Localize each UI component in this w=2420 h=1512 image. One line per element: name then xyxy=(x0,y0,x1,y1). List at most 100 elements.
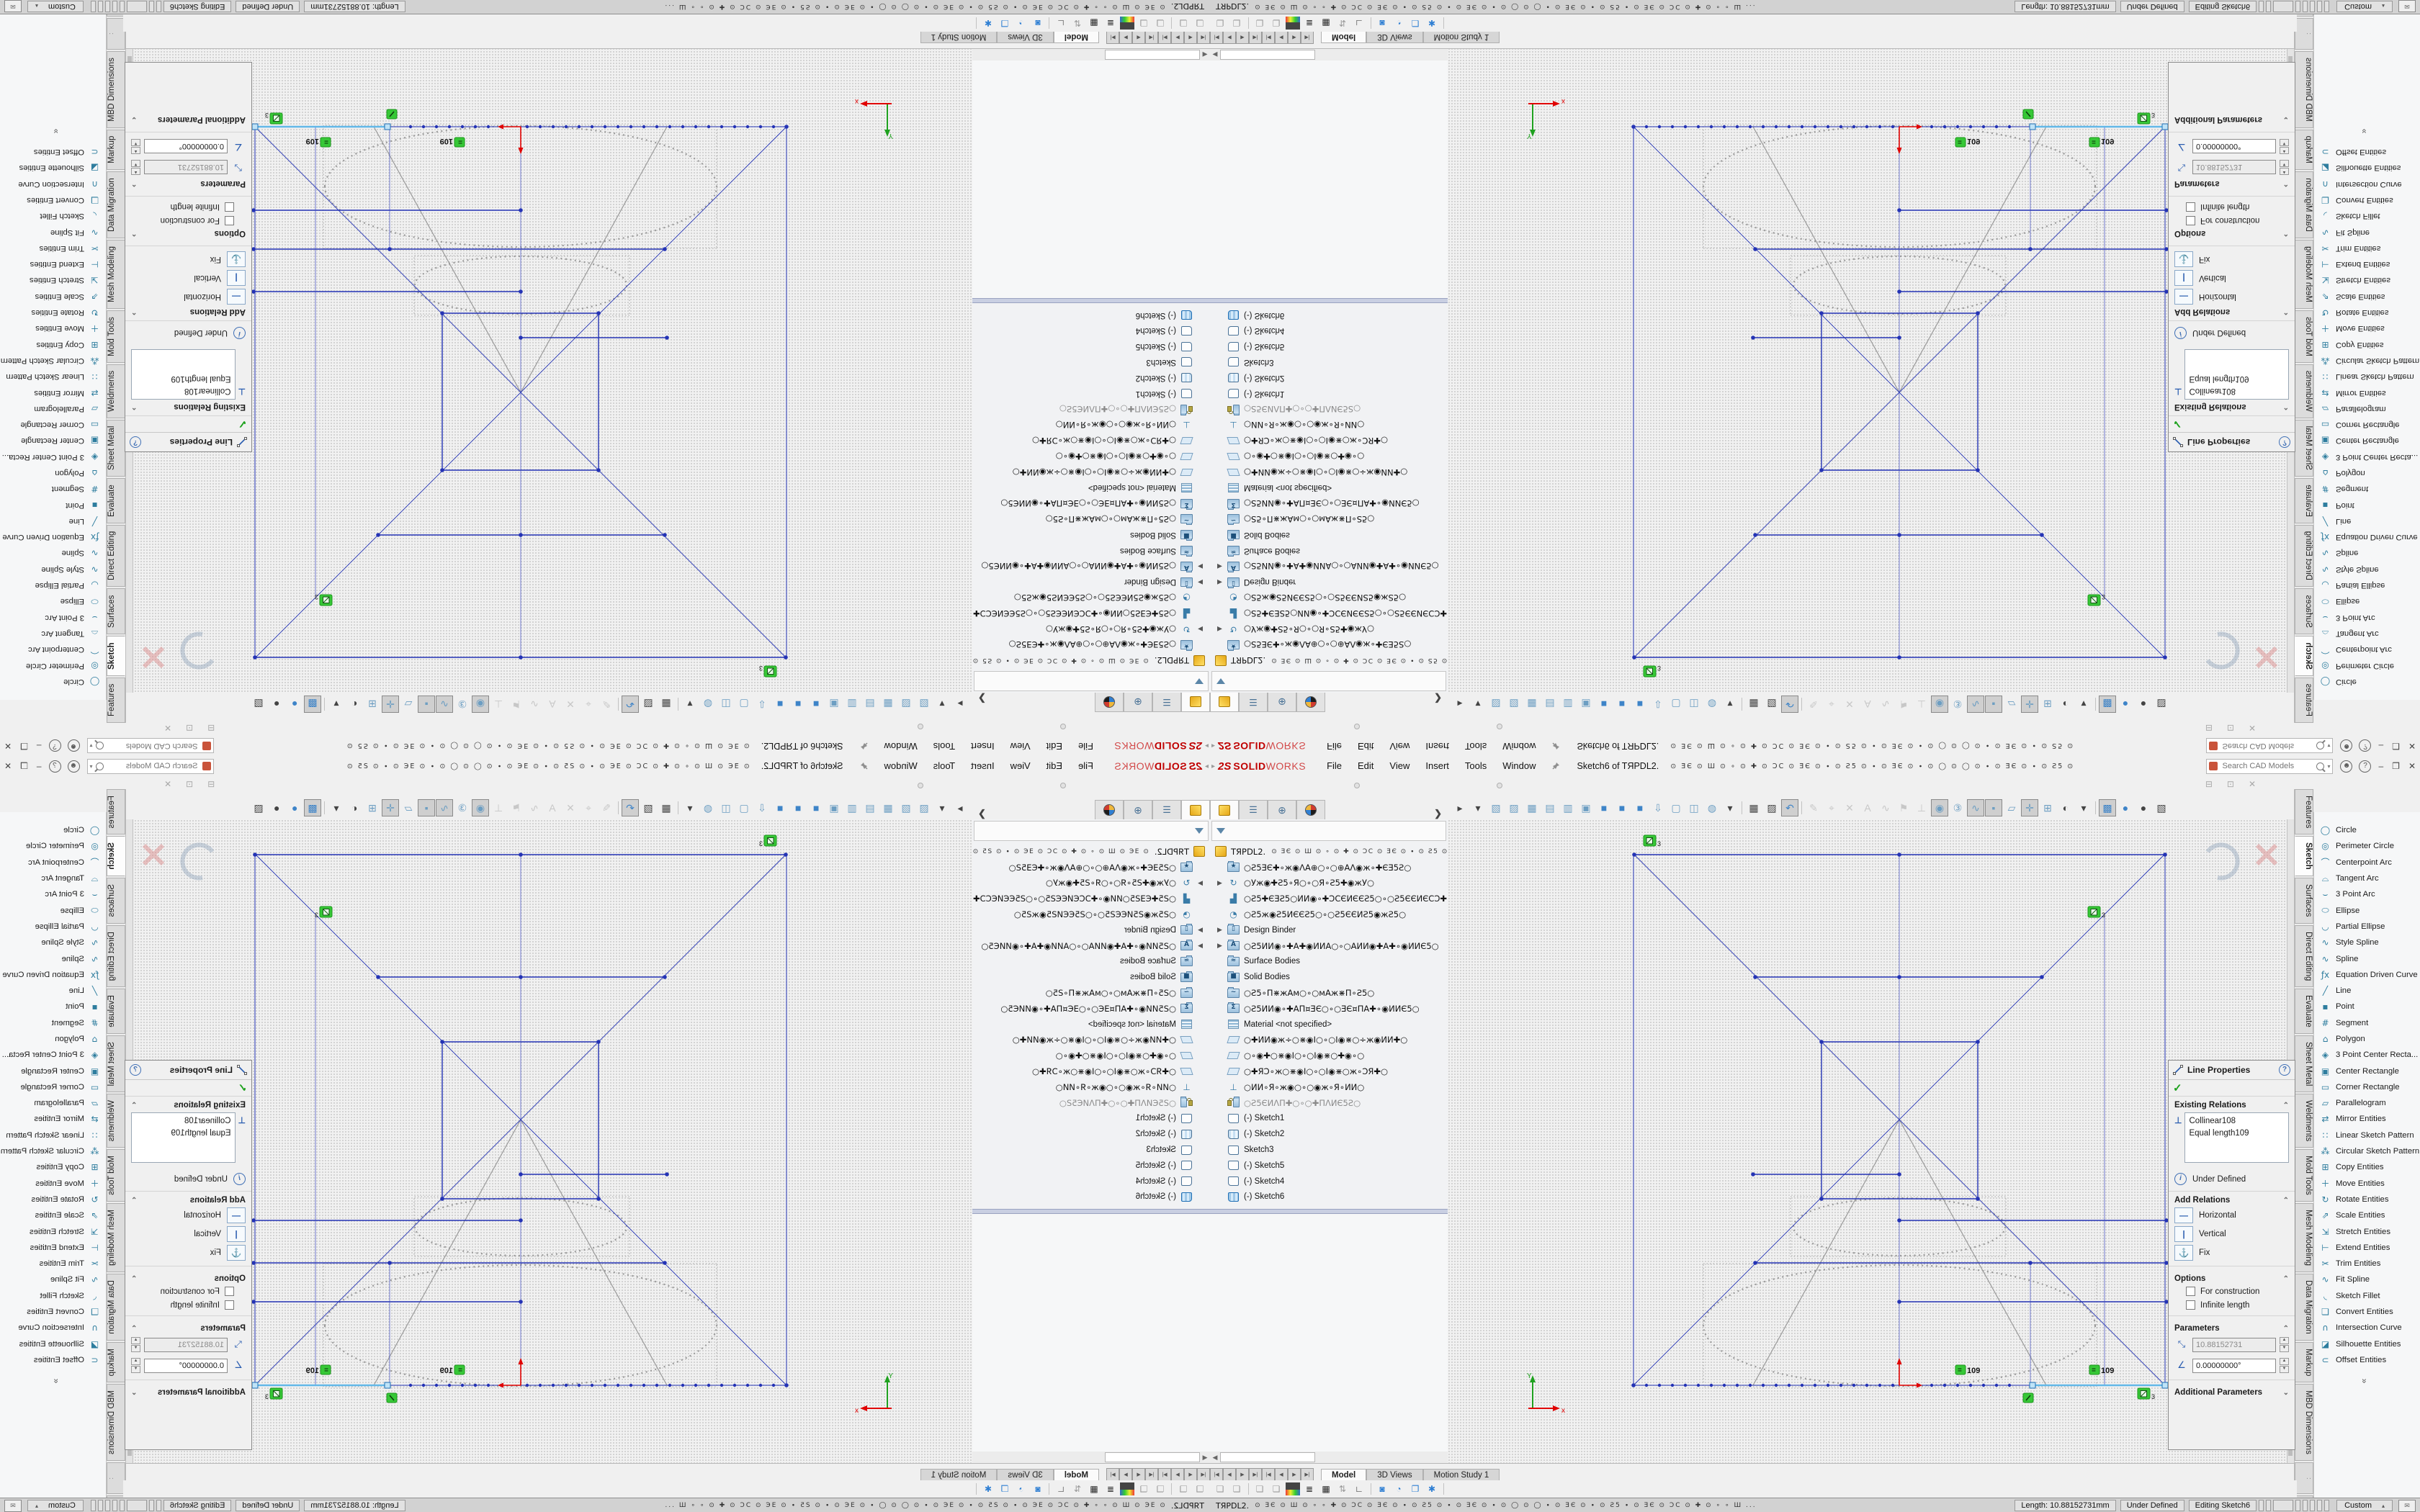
tree-sensors[interactable]: ◔○Ƨ5ж◉Ƨ5ИЄЄƧ5○∘○Ƨ5ЄЄИƧ5◉жƧ5○ xyxy=(1210,590,1448,606)
tree-design-binder[interactable]: ▶▯Design Binder xyxy=(972,574,1210,590)
minimize-button[interactable]: – xyxy=(32,741,46,751)
minimize-button[interactable]: – xyxy=(2374,741,2388,751)
expander-icon[interactable]: ▶ xyxy=(1198,625,1203,633)
tree-sketch5[interactable]: (-) Sketch5 xyxy=(1210,1158,1448,1174)
relation-badge-parallel[interactable] xyxy=(2023,109,2033,119)
tool-extend-entities[interactable]: ⊢Extend Entities xyxy=(0,256,106,272)
relation-entry[interactable]: Equal length109 xyxy=(2189,372,2285,384)
tree-solid-bodies[interactable]: ■Solid Bodies xyxy=(972,527,1210,543)
line-endpoint-handle[interactable] xyxy=(385,124,390,130)
screen-sync-icon[interactable]: ▢ xyxy=(1667,696,1685,713)
unit-system-dropdown[interactable]: Custom▴ xyxy=(27,1500,84,1511)
motion-tab-model[interactable]: Model xyxy=(1054,31,1099,43)
tool-perimeter-circle[interactable]: ◎Perimeter Circle xyxy=(0,657,106,673)
compass-icon[interactable]: ⌖ xyxy=(1823,799,1840,816)
menu-item-window[interactable]: Window xyxy=(877,760,926,771)
gear-icon[interactable]: ✱ xyxy=(1425,1482,1439,1495)
expander-icon[interactable]: ▶ xyxy=(1217,625,1222,633)
screen-sync-icon[interactable]: ▢ xyxy=(1667,799,1685,816)
tree-markups[interactable]: ~○Ƨ5∘П⋇жАм○∘○мАж⋇П∘Ƨ5○ xyxy=(972,985,1210,1001)
tree-filter[interactable] xyxy=(974,671,1209,691)
tree-sketch2[interactable]: (-) Sketch2 xyxy=(1210,370,1448,386)
tab-featuremanager[interactable] xyxy=(1181,693,1210,712)
tool-ellipse[interactable]: ⬭Ellipse xyxy=(0,593,106,609)
media-button[interactable]: |◀ xyxy=(1145,1468,1158,1481)
media-button[interactable]: ▶ xyxy=(1171,31,1184,44)
minimize-button[interactable]: – xyxy=(2374,761,2388,771)
clock-check-icon[interactable]: ◔ xyxy=(1392,17,1406,30)
cmd-tab-weldments[interactable]: Weldments xyxy=(2295,1094,2313,1148)
collapse-icon[interactable]: ⌃ xyxy=(2283,403,2289,411)
tree-design-binder[interactable]: ▶▯Design Binder xyxy=(1210,922,1448,938)
view-solid-2-icon[interactable]: ■ xyxy=(1613,696,1631,713)
collapse-icon[interactable]: ⌃ xyxy=(131,230,137,238)
tab-featuremanager[interactable] xyxy=(1210,800,1239,819)
tool-center-rectangle[interactable]: ▣Center Rectangle xyxy=(0,1063,106,1079)
sheet-3-icon[interactable]: ❏ xyxy=(1153,1482,1168,1495)
tool-tangent-arc[interactable]: ⌓Tangent Arc xyxy=(0,626,106,642)
tool-stretch-entities[interactable]: ⇲Stretch Entities xyxy=(0,1223,106,1239)
expander-icon[interactable]: ▶ xyxy=(1217,578,1222,586)
update-view-icon[interactable]: ⇩ xyxy=(753,696,771,713)
tool-scale-entities[interactable]: ⇗Scale Entities xyxy=(2314,289,2420,305)
chart-axis-icon[interactable]: ∟ xyxy=(1352,1482,1366,1495)
view-solid-1-icon[interactable]: ■ xyxy=(807,799,825,816)
sketch-blue-entities[interactable] xyxy=(1633,126,2166,657)
option-for-construction[interactable]: For construction xyxy=(2169,1284,2295,1298)
tool-fit-spline[interactable]: ∿Fit Spline xyxy=(0,1272,106,1287)
view-solid-1-icon[interactable]: ■ xyxy=(807,696,825,713)
tool-line[interactable]: ╱Line xyxy=(2314,983,2420,999)
option-for-construction[interactable]: For construction xyxy=(125,214,251,228)
tree-selection-sets[interactable]: ▟○Ƨ5✚ЄƎƧ5○ИИ◉∘✚ƆСЄИЄЄƧ5○∘○Ƨ5ЄЄИЄСƆ✚∘◉ИИ○ xyxy=(972,606,1210,621)
length-input[interactable]: 10.88152731 xyxy=(2192,1338,2276,1352)
toolbar-grip[interactable] xyxy=(918,724,923,729)
view-solid-2-icon[interactable]: ■ xyxy=(789,799,807,816)
tree-origin[interactable]: ⊥○ИИ∘Я∘ж◉○∘○◉ж∘Я∘ИИ○ xyxy=(1210,417,1448,433)
tool-intersection-curve[interactable]: ∩Intersection Curve xyxy=(0,1320,106,1336)
relation-fix[interactable]: ⚓Fix xyxy=(125,1243,251,1262)
toolbar-grip[interactable] xyxy=(1354,724,1360,729)
tab-propertymanager[interactable]: ☰ xyxy=(1152,800,1181,819)
tree-origin[interactable]: ⊥○ИИ∘Я∘ж◉○∘○◉ж∘Я∘ИИ○ xyxy=(972,417,1210,433)
unit-system-dropdown[interactable]: Custom▴ xyxy=(2336,1500,2393,1511)
cancel-sketch-icon[interactable] xyxy=(2257,648,2276,667)
relation-horizontal[interactable]: —Horizontal xyxy=(2169,287,2295,306)
tool-corner-rectangle[interactable]: ▭Corner Rectangle xyxy=(2314,417,2420,433)
perp-icon[interactable]: ⊥ xyxy=(490,696,507,713)
checkbox[interactable] xyxy=(225,216,234,225)
view-solid-3-icon[interactable]: ■ xyxy=(1631,696,1649,713)
tool-fit-spline[interactable]: ∿Fit Spline xyxy=(2314,1272,2420,1287)
tool-equation-driven-curve[interactable]: ƒxEquation Driven Curve xyxy=(2314,529,2420,545)
search-icon[interactable] xyxy=(96,762,104,770)
tag-icon[interactable]: ✉ xyxy=(2398,1500,2416,1512)
menu-item-file[interactable]: File xyxy=(1319,760,1350,771)
graphics-area[interactable]: 3 3 3 = 109 = 109 xyxy=(1448,49,2294,693)
view-cube-2-icon[interactable]: ▨ xyxy=(1505,799,1523,816)
relation-vertical-button[interactable]: | xyxy=(227,1226,246,1242)
tab-propertymanager[interactable]: ☰ xyxy=(1239,800,1268,819)
media-button[interactable]: ◀ xyxy=(1275,1468,1288,1481)
text-icon[interactable]: A xyxy=(544,696,561,713)
text-icon[interactable]: A xyxy=(1859,799,1876,816)
relation-horizontal-button[interactable]: — xyxy=(227,1207,246,1223)
relations-list[interactable]: Collinear108Equal length109 xyxy=(131,1112,236,1163)
expand-panel-icon[interactable]: ❯ xyxy=(978,693,986,704)
tree-splitter[interactable] xyxy=(972,298,1210,303)
tool-circular-sketch-pattern[interactable]: ⁂Circular Sketch Pattern xyxy=(2314,1143,2420,1159)
view-solid-3-icon[interactable]: ■ xyxy=(771,696,789,713)
hide-move-icon[interactable]: ✛ xyxy=(382,799,399,816)
sketch-gray-entities[interactable] xyxy=(1703,125,2097,392)
motion-tab-motion-study-1[interactable]: Motion Study 1 xyxy=(920,1469,998,1481)
checkbox[interactable] xyxy=(2186,202,2195,212)
sphere-gray-icon[interactable]: ● xyxy=(2135,799,2152,816)
relation-badge-equal-1[interactable]: = 109 xyxy=(440,1365,465,1375)
hide-point-icon[interactable]: ▪ xyxy=(1985,696,2002,713)
folder-check-icon[interactable]: ❐ xyxy=(998,1482,1012,1495)
ok-button[interactable]: ✓ xyxy=(2169,415,2295,432)
account-icon[interactable]: ☻ xyxy=(2340,760,2352,773)
cmd-tab-sheet-metal[interactable]: Sheet Metal xyxy=(2295,1035,2313,1092)
line-endpoint-handle[interactable] xyxy=(2030,124,2035,130)
cmd-tab-surfaces[interactable]: Surfaces xyxy=(107,878,125,923)
motion-tab-3d-views[interactable]: 3D Views xyxy=(997,1469,1053,1481)
tree-material[interactable]: Material <not specified> xyxy=(1210,480,1448,495)
